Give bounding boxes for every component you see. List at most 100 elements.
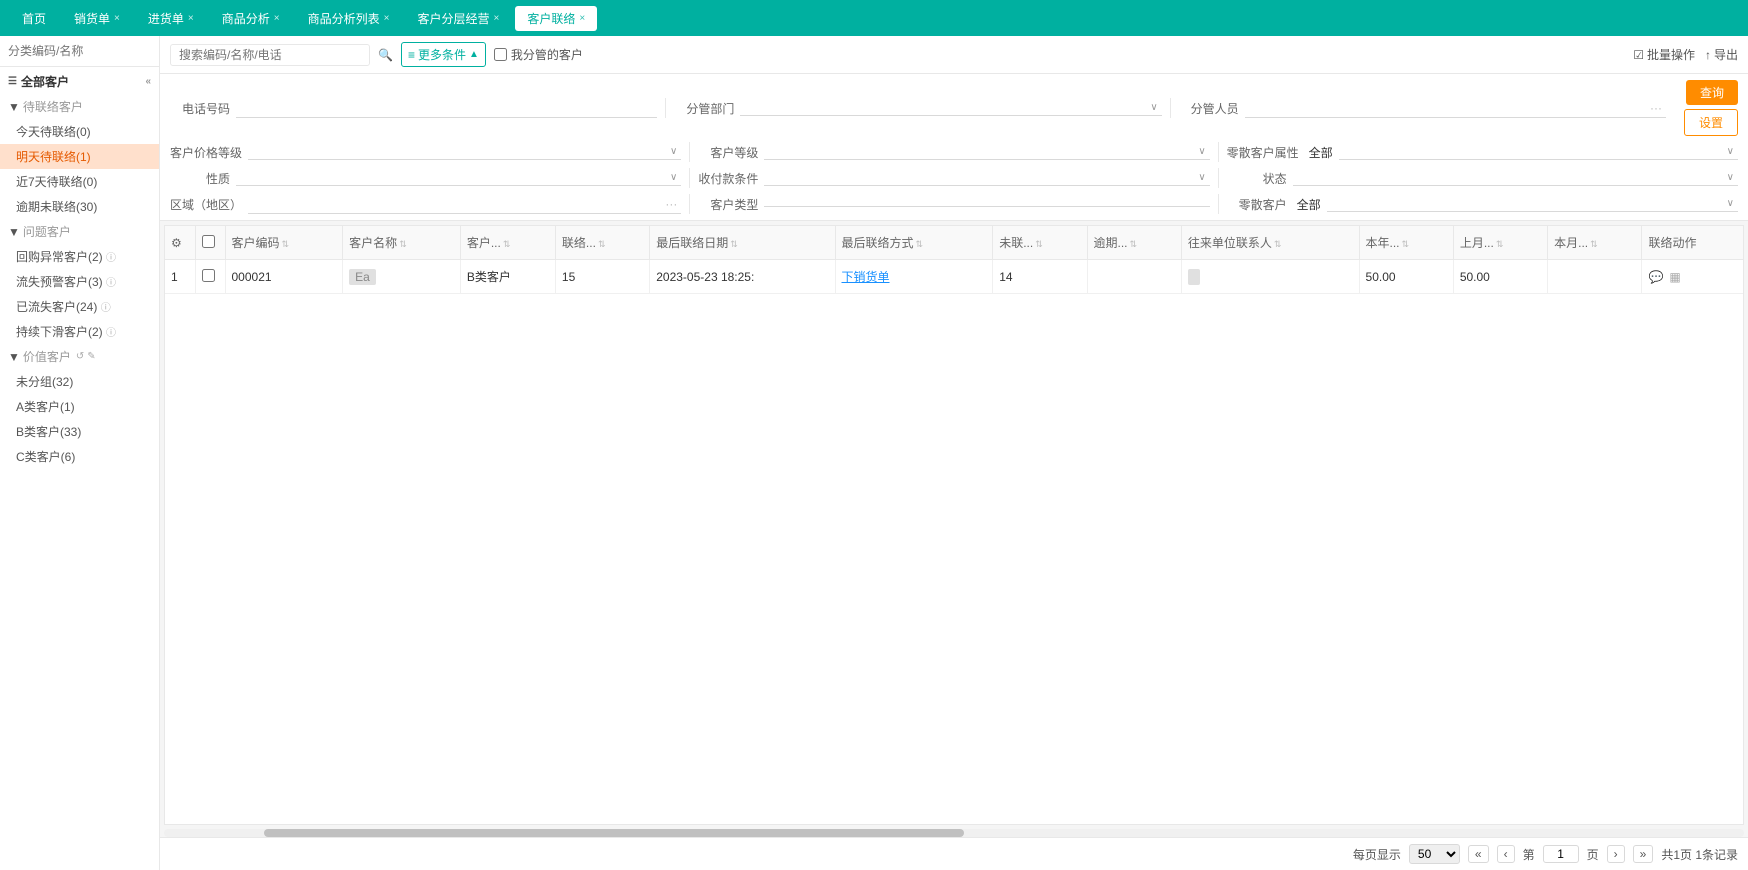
nav-customer-segmentation-close[interactable]: × (493, 13, 499, 24)
last-page-btn[interactable]: » (1633, 845, 1654, 863)
horizontal-scrollbar[interactable] (164, 829, 1744, 837)
th-contact-count[interactable]: 联络...⇅ (555, 226, 649, 260)
more-conditions-btn[interactable]: ≡ 更多条件 ▲ (401, 42, 486, 67)
export-icon: ↑ (1705, 48, 1711, 62)
first-page-btn[interactable]: « (1468, 845, 1489, 863)
sidebar-item-week[interactable]: 近7天待联络(0) (0, 169, 159, 194)
nav-product-analysis-list-close[interactable]: × (384, 13, 390, 24)
nav-purchase-order-close[interactable]: × (188, 13, 194, 24)
th-actions: 联络动作 (1642, 226, 1743, 260)
filter-field-person: 分管人员 ··· (1179, 99, 1666, 118)
nav-home[interactable]: 首页 (10, 6, 58, 31)
td-row-checkbox[interactable] (195, 260, 225, 294)
select-all-checkbox[interactable] (202, 235, 215, 248)
search-icon[interactable]: 🔍 (378, 48, 393, 62)
set-button[interactable]: 设置 (1684, 109, 1738, 136)
customer-level-select[interactable]: ∨ (764, 144, 1209, 160)
sidebar-search-container: 🔍 (0, 36, 159, 67)
contact-method-link[interactable]: 下销货单 (842, 270, 890, 284)
chat-icon[interactable]: 💬 (1648, 270, 1663, 284)
sidebar-collapse-icon: « (145, 76, 151, 87)
next-page-btn[interactable]: › (1607, 845, 1625, 863)
retail-attr-select[interactable]: ∨ (1339, 144, 1738, 160)
my-customers-checkbox-label[interactable]: 我分管的客户 (494, 46, 583, 63)
gender-select[interactable]: ∨ (236, 170, 681, 186)
payment-select[interactable]: ∨ (764, 170, 1209, 186)
search-input[interactable] (170, 44, 370, 66)
nav-product-analysis-close[interactable]: × (274, 13, 280, 24)
batch-ops-btn[interactable]: ☑ 批量操作 (1633, 46, 1695, 63)
th-name[interactable]: 客户名称⇅ (343, 226, 461, 260)
th-unit-contact[interactable]: 往来单位联系人⇅ (1181, 226, 1359, 260)
sidebar-item-declining[interactable]: 持续下滑客户(2) ⓘ (0, 319, 159, 344)
filter-row-1: 电话号码 分管部门 ∨ 分管人员 ··· (170, 80, 1738, 136)
th-customer-type[interactable]: 客户...⇅ (460, 226, 555, 260)
sidebar-item-class-b[interactable]: B类客户(33) (0, 419, 159, 444)
row-checkbox[interactable] (202, 269, 215, 282)
th-code[interactable]: 客户编码⇅ (225, 226, 343, 260)
nav-sales-order-close[interactable]: × (114, 13, 120, 24)
th-uncontact[interactable]: 未联...⇅ (993, 226, 1087, 260)
sidebar-item-tomorrow[interactable]: 明天待联络(1) (0, 144, 159, 169)
sidebar-item-class-c[interactable]: C类客户(6) (0, 444, 159, 469)
advanced-filter-panel: 电话号码 分管部门 ∨ 分管人员 ··· (160, 74, 1748, 221)
price-level-select[interactable]: ∨ (248, 144, 681, 160)
th-last-contact-method[interactable]: 最后联络方式⇅ (835, 226, 993, 260)
my-customers-checkbox[interactable] (494, 48, 507, 61)
query-button[interactable]: 查询 (1686, 80, 1738, 105)
sort-icon-this-month: ⇅ (1590, 239, 1598, 249)
filter-field-phone: 电话号码 (170, 99, 657, 118)
th-last-contact-date[interactable]: 最后联络日期⇅ (650, 226, 835, 260)
th-this-year[interactable]: 本年...⇅ (1359, 226, 1453, 260)
phone-input[interactable] (236, 99, 657, 118)
nav-sales-order[interactable]: 销货单 × (62, 6, 132, 31)
retail-attr-chevron-icon: ∨ (1727, 146, 1734, 157)
sidebar-item-class-a[interactable]: A类客户(1) (0, 394, 159, 419)
sidebar-item-churned[interactable]: 已流失客户(24) ⓘ (0, 294, 159, 319)
nav-customer-segmentation[interactable]: 客户分层经营 × (405, 6, 511, 31)
customer-type-select[interactable] (764, 202, 1209, 207)
nav-product-analysis-list[interactable]: 商品分析列表 × (296, 6, 402, 31)
nav-customer-contact-close[interactable]: × (579, 13, 585, 24)
sort-icon-contact: ⇅ (598, 239, 606, 249)
sidebar-item-ungrouped[interactable]: 未分组(32) (0, 369, 159, 394)
status-select[interactable]: ∨ (1293, 170, 1738, 186)
page-number-input[interactable] (1543, 845, 1579, 863)
sort-icon-name: ⇅ (399, 239, 407, 249)
th-checkbox[interactable] (195, 226, 225, 260)
filter-row-2: 客户价格等级 ∨ 客户等级 ∨ 零散客户属性 全部 (170, 142, 1738, 162)
td-row-actions[interactable]: 💬 ▦ (1642, 260, 1743, 294)
prev-page-btn[interactable]: ‹ (1497, 845, 1515, 863)
row-action-icons[interactable]: 💬 ▦ (1648, 270, 1737, 284)
sidebar-item-repurchase-abnormal[interactable]: 回购异常客户(2) ⓘ (0, 244, 159, 269)
sort-icon-last-month: ⇅ (1496, 239, 1504, 249)
sidebar-item-today[interactable]: 今天待联络(0) (0, 119, 159, 144)
th-gear[interactable]: ⚙ (165, 226, 195, 260)
page-size-select[interactable]: 50 100 200 (1409, 844, 1460, 864)
nav-customer-contact[interactable]: 客户联络 × (515, 6, 597, 31)
scroll-thumb[interactable] (264, 829, 964, 837)
retail-customer-chevron-icon: ∨ (1727, 198, 1734, 209)
region-select[interactable]: ··· (248, 195, 681, 214)
dept-select[interactable]: ∨ (740, 100, 1161, 116)
export-btn[interactable]: ↑ 导出 (1705, 46, 1738, 63)
nav-product-analysis[interactable]: 商品分析 × (210, 6, 292, 31)
sort-icon-year: ⇅ (1402, 239, 1410, 249)
th-last-month[interactable]: 上月...⇅ (1453, 226, 1547, 260)
sidebar-search-input[interactable] (8, 44, 160, 58)
td-last-contact-method[interactable]: 下销货单 (835, 260, 993, 294)
retail-customer-select[interactable]: ∨ (1327, 196, 1738, 212)
th-overdue[interactable]: 逾期...⇅ (1087, 226, 1181, 260)
th-this-month[interactable]: 本月...⇅ (1548, 226, 1642, 260)
sidebar-item-overdue[interactable]: 逾期未联络(30) (0, 194, 159, 219)
sidebar-all-customers[interactable]: ☰ 全部客户 « (0, 67, 159, 94)
nav-purchase-order[interactable]: 进货单 × (136, 6, 206, 31)
person-select[interactable]: ··· (1245, 99, 1666, 118)
grid-icon[interactable]: ▦ (1669, 270, 1680, 284)
sort-icon-date: ⇅ (730, 239, 738, 249)
sort-icon-overdue: ⇅ (1130, 239, 1138, 249)
td-unit-contacts (1181, 260, 1359, 294)
sidebar-item-churn-warning[interactable]: 流失预警客户(3) ⓘ (0, 269, 159, 294)
filter-field-dept: 分管部门 ∨ (674, 100, 1161, 117)
filter-field-retail-customer: 零散客户 全部 ∨ (1227, 196, 1738, 213)
